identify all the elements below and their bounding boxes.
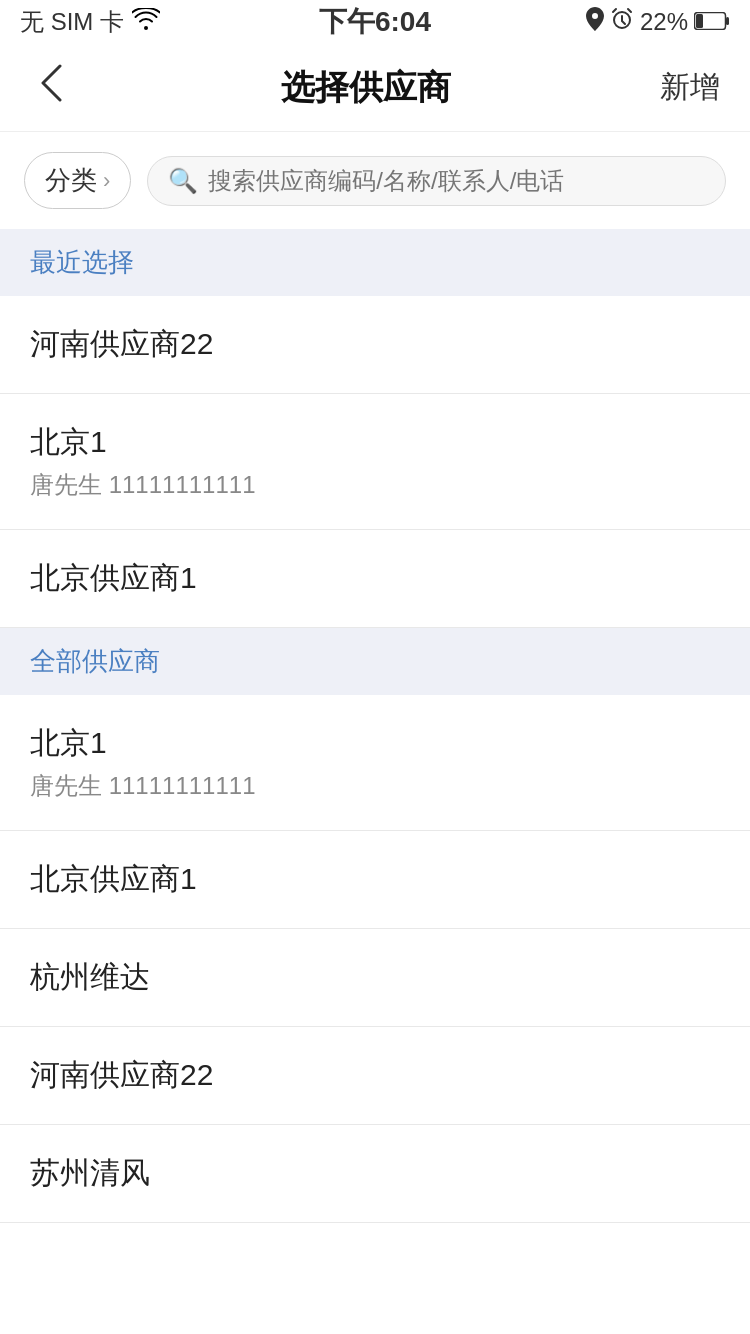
recent-list-item[interactable]: 北京1 唐先生 11111111111 bbox=[0, 394, 750, 530]
battery-icon bbox=[694, 8, 730, 36]
search-icon: 🔍 bbox=[168, 167, 198, 195]
status-left: 无 SIM 卡 bbox=[20, 6, 160, 38]
item-name: 北京供应商1 bbox=[30, 558, 720, 599]
recent-list-item[interactable]: 北京供应商1 bbox=[0, 530, 750, 628]
item-name: 河南供应商22 bbox=[30, 1055, 720, 1096]
battery-percentage: 22% bbox=[640, 8, 688, 36]
recent-list-item[interactable]: 河南供应商22 bbox=[0, 296, 750, 394]
recent-section-header: 最近选择 bbox=[0, 229, 750, 296]
filter-bar: 分类 › 🔍 bbox=[0, 132, 750, 229]
nav-bar: 选择供应商 新增 bbox=[0, 44, 750, 132]
all-list-item[interactable]: 苏州清风 bbox=[0, 1125, 750, 1223]
status-bar: 无 SIM 卡 下午6:04 22% bbox=[0, 0, 750, 44]
search-box: 🔍 bbox=[147, 156, 726, 206]
carrier-label: 无 SIM 卡 bbox=[20, 6, 124, 38]
chevron-right-icon: › bbox=[103, 168, 110, 194]
item-sub: 唐先生 11111111111 bbox=[30, 770, 720, 802]
svg-rect-3 bbox=[726, 17, 729, 25]
category-label: 分类 bbox=[45, 163, 97, 198]
category-button[interactable]: 分类 › bbox=[24, 152, 131, 209]
item-name: 杭州维达 bbox=[30, 957, 720, 998]
add-button[interactable]: 新增 bbox=[660, 67, 720, 108]
wifi-icon bbox=[132, 8, 160, 36]
alarm-icon bbox=[610, 7, 634, 37]
all-list-item[interactable]: 北京供应商1 bbox=[0, 831, 750, 929]
item-name: 河南供应商22 bbox=[30, 324, 720, 365]
item-name: 北京1 bbox=[30, 723, 720, 764]
page-title: 选择供应商 bbox=[281, 65, 451, 111]
all-section-header: 全部供应商 bbox=[0, 628, 750, 695]
all-list-item[interactable]: 北京1 唐先生 11111111111 bbox=[0, 695, 750, 831]
item-name: 北京1 bbox=[30, 422, 720, 463]
location-icon bbox=[586, 7, 604, 37]
all-items-list: 北京1 唐先生 11111111111 北京供应商1 杭州维达河南供应商22 苏州清风 bbox=[0, 695, 750, 1223]
back-button[interactable] bbox=[30, 54, 72, 121]
svg-rect-2 bbox=[696, 14, 703, 28]
all-list-item[interactable]: 河南供应商22 bbox=[0, 1027, 750, 1125]
recent-items-list: 河南供应商22 北京1 唐先生 11111111111 北京供应商1 bbox=[0, 296, 750, 628]
item-name: 北京供应商1 bbox=[30, 859, 720, 900]
item-sub: 唐先生 11111111111 bbox=[30, 469, 720, 501]
status-time: 下午6:04 bbox=[319, 3, 431, 41]
search-input[interactable] bbox=[208, 167, 705, 195]
item-name: 苏州清风 bbox=[30, 1153, 720, 1194]
status-right: 22% bbox=[586, 7, 730, 37]
all-list-item[interactable]: 杭州维达 bbox=[0, 929, 750, 1027]
